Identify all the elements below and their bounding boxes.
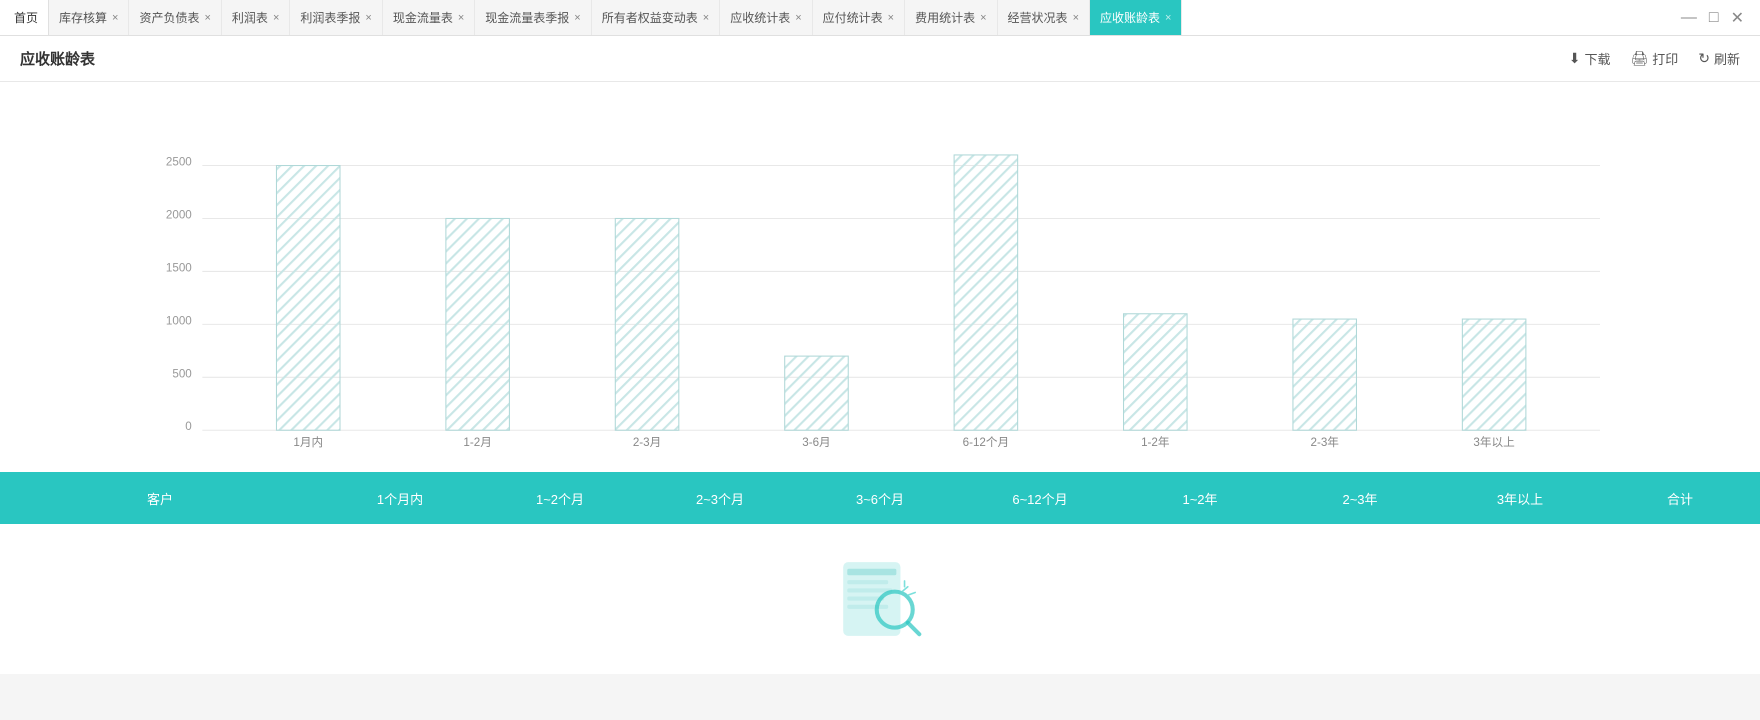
svg-text:0: 0: [185, 420, 192, 433]
tab-ap-stat-close[interactable]: ×: [888, 12, 894, 24]
chart-area: 0 500 1000 1500 2000 2500 1月内 1-2月 2-3月: [0, 82, 1760, 472]
tab-expense-stat[interactable]: 费用统计表 ×: [905, 0, 997, 36]
bar-1m: [276, 166, 340, 431]
page-title: 应收账龄表: [20, 48, 95, 69]
close-button[interactable]: ✕: [1727, 6, 1748, 30]
bar-2-3m: [615, 218, 679, 430]
col-2-3y: 2~3年: [1280, 489, 1440, 508]
tab-profit[interactable]: 利润表 ×: [222, 0, 290, 36]
maximize-button[interactable]: □: [1705, 7, 1723, 29]
col-2-3m: 2~3个月: [640, 489, 800, 508]
tab-profit-quarterly-close[interactable]: ×: [365, 12, 371, 24]
tab-balance-sheet-close[interactable]: ×: [204, 12, 210, 24]
bar-2-3y: [1293, 319, 1357, 430]
col-3-6m: 3~6个月: [800, 489, 960, 508]
tab-ar-aging[interactable]: 应收账龄表 ×: [1090, 0, 1182, 36]
svg-text:1000: 1000: [166, 314, 192, 327]
tab-ap-stat-label: 应付统计表: [823, 9, 883, 26]
window-controls: — □ ✕: [1669, 6, 1756, 30]
bar-3-6m: [785, 356, 849, 430]
svg-text:1500: 1500: [166, 261, 192, 274]
col-1-2m: 1~2个月: [480, 489, 640, 508]
download-button[interactable]: ⬇ 下载: [1569, 49, 1611, 68]
svg-text:2000: 2000: [166, 208, 192, 221]
tab-cashflow-quarterly[interactable]: 现金流量表季报 ×: [475, 0, 591, 36]
tab-ar-aging-label: 应收账龄表: [1100, 9, 1160, 26]
col-1-2y: 1~2年: [1120, 489, 1280, 508]
svg-text:2-3年: 2-3年: [1310, 435, 1339, 449]
svg-text:1月内: 1月内: [293, 435, 323, 449]
print-label: 打印: [1652, 49, 1678, 68]
tab-profit-close[interactable]: ×: [273, 12, 279, 24]
svg-text:3年以上: 3年以上: [1473, 435, 1515, 449]
tab-cashflow[interactable]: 现金流量表 ×: [383, 0, 475, 36]
tab-balance-sheet[interactable]: 资产负债表 ×: [129, 0, 221, 36]
table-header: 客户 1个月内 1~2个月 2~3个月 3~6个月 6~12个月 1~2年 2~…: [0, 472, 1760, 524]
bar-1-2y: [1124, 314, 1188, 430]
svg-text:2-3月: 2-3月: [633, 436, 661, 449]
tab-inventory[interactable]: 库存核算 ×: [49, 0, 129, 36]
col-1m: 1个月内: [320, 489, 480, 508]
svg-text:2500: 2500: [166, 156, 192, 169]
tab-cashflow-label: 现金流量表: [393, 9, 453, 26]
svg-text:1-2年: 1-2年: [1141, 435, 1170, 449]
bar-3plus-y: [1462, 319, 1526, 430]
tab-ar-stat-label: 应收统计表: [730, 9, 790, 26]
refresh-button[interactable]: ↻ 刷新: [1698, 49, 1740, 68]
svg-text:1-2月: 1-2月: [463, 436, 491, 449]
tab-equity-label: 所有者权益变动表: [602, 9, 698, 26]
print-icon: 🖨: [1630, 50, 1648, 67]
tab-equity[interactable]: 所有者权益变动表 ×: [592, 0, 720, 36]
tab-inventory-label: 库存核算: [59, 9, 107, 26]
tab-profit-quarterly[interactable]: 利润表季报 ×: [290, 0, 382, 36]
print-button[interactable]: 🖨 打印: [1630, 49, 1678, 68]
col-customer: 客户: [0, 489, 320, 508]
col-6-12m: 6~12个月: [960, 489, 1120, 508]
tab-expense-stat-close[interactable]: ×: [980, 12, 986, 24]
tab-expense-stat-label: 费用统计表: [915, 9, 975, 26]
tab-ar-aging-close[interactable]: ×: [1165, 12, 1171, 24]
svg-text:500: 500: [172, 367, 192, 380]
tab-bar: 首页 库存核算 × 资产负债表 × 利润表 × 利润表季报 × 现金流量表 × …: [0, 0, 1760, 36]
empty-state: [0, 524, 1760, 674]
refresh-label: 刷新: [1714, 49, 1740, 68]
tab-balance-sheet-label: 资产负债表: [139, 9, 199, 26]
tab-profit-quarterly-label: 利润表季报: [300, 9, 360, 26]
bar-1-2m: [446, 218, 510, 430]
tab-ar-stat-close[interactable]: ×: [795, 12, 801, 24]
bar-6-12m: [954, 155, 1018, 430]
svg-text:3-6月: 3-6月: [802, 436, 830, 449]
col-total: 合计: [1600, 489, 1760, 508]
refresh-icon: ↻: [1698, 50, 1710, 67]
tab-ap-stat[interactable]: 应付统计表 ×: [813, 0, 905, 36]
tab-operation-close[interactable]: ×: [1073, 12, 1079, 24]
tab-operation[interactable]: 经营状况表 ×: [998, 0, 1090, 36]
bar-chart: 0 500 1000 1500 2000 2500 1月内 1-2月 2-3月: [40, 102, 1720, 462]
tab-home[interactable]: 首页: [4, 0, 49, 36]
tab-ar-stat[interactable]: 应收统计表 ×: [720, 0, 812, 36]
download-icon: ⬇: [1569, 50, 1581, 67]
download-label: 下载: [1584, 49, 1610, 68]
tab-profit-label: 利润表: [232, 9, 268, 26]
tab-operation-label: 经营状况表: [1008, 9, 1068, 26]
tab-equity-close[interactable]: ×: [703, 12, 709, 24]
tab-cashflow-close[interactable]: ×: [458, 12, 464, 24]
header-actions: ⬇ 下载 🖨 打印 ↻ 刷新: [1569, 49, 1740, 68]
minimize-button[interactable]: —: [1677, 7, 1701, 29]
main-content: 0 500 1000 1500 2000 2500 1月内 1-2月 2-3月: [0, 82, 1760, 674]
col-3plus: 3年以上: [1440, 489, 1600, 508]
tab-cashflow-quarterly-close[interactable]: ×: [574, 12, 580, 24]
tab-inventory-close[interactable]: ×: [112, 12, 118, 24]
page-header: 应收账龄表 ⬇ 下载 🖨 打印 ↻ 刷新: [0, 36, 1760, 82]
tab-home-label: 首页: [14, 9, 38, 26]
empty-state-icon: [830, 554, 930, 644]
svg-text:6-12个月: 6-12个月: [963, 436, 1010, 449]
tab-cashflow-quarterly-label: 现金流量表季报: [485, 9, 569, 26]
